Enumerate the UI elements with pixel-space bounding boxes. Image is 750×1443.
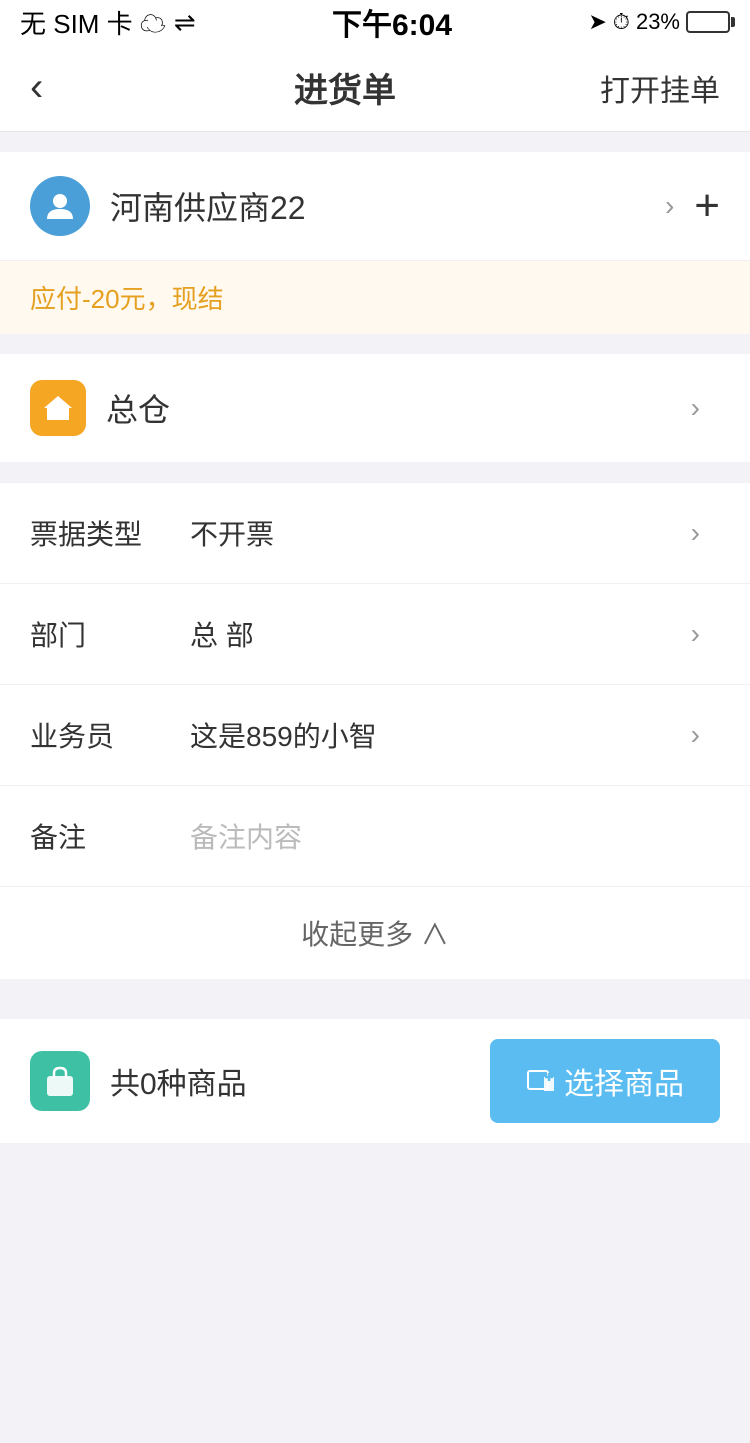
form-section: 票据类型 不开票 › 部门 总 部 › 业务员 这是859的小智 › 备注 备注… — [0, 482, 750, 979]
location-icon: ➤ — [588, 9, 606, 35]
remark-input[interactable]: 备注内容 — [170, 816, 720, 856]
invoice-value: 不开票 — [170, 513, 691, 553]
supplier-row[interactable]: 河南供应商22 › + — [0, 152, 750, 261]
warehouse-chevron-icon: › — [691, 392, 700, 424]
alarm-icon: ⏱ — [613, 9, 630, 35]
form-row-salesperson[interactable]: 业务员 这是859的小智 › — [0, 684, 750, 785]
dept-label: 部门 — [30, 614, 170, 654]
status-left: 无 SIM 卡 ☁ ⇌ — [20, 4, 196, 41]
battery-percent: 23% — [636, 9, 680, 35]
supplier-notice: 应付-20元，现结 — [0, 261, 750, 334]
back-button[interactable]: ‹ — [30, 65, 90, 110]
invoice-chevron-icon: › — [691, 517, 700, 549]
salesperson-label: 业务员 — [30, 715, 170, 755]
section-gap-3 — [0, 462, 750, 482]
product-icon — [30, 1051, 90, 1111]
warehouse-row[interactable]: 总仓 › — [0, 354, 750, 462]
supplier-name: 河南供应商22 — [110, 183, 665, 229]
warehouse-icon — [30, 380, 86, 436]
collapse-button[interactable]: 收起更多 ∧ — [0, 886, 750, 979]
status-time: 下午6:04 — [332, 0, 452, 44]
section-gap-4 — [0, 979, 750, 999]
supplier-chevron-icon: › — [665, 190, 674, 222]
form-row-remark[interactable]: 备注 备注内容 — [0, 785, 750, 886]
supplier-section: 河南供应商22 › + 应付-20元，现结 — [0, 152, 750, 334]
invoice-label: 票据类型 — [30, 513, 170, 553]
person-icon — [45, 191, 75, 221]
product-bar: 共0种商品 选择商品 — [0, 1019, 750, 1143]
dept-value: 总 部 — [170, 614, 691, 654]
supplier-avatar — [30, 176, 90, 236]
warehouse-name: 总仓 — [106, 385, 691, 431]
section-gap-1 — [0, 132, 750, 152]
form-row-invoice[interactable]: 票据类型 不开票 › — [0, 482, 750, 583]
salesperson-chevron-icon: › — [691, 719, 700, 751]
select-product-button[interactable]: 选择商品 — [490, 1039, 720, 1123]
open-pending-button[interactable]: 打开挂单 — [600, 66, 720, 110]
remark-label: 备注 — [30, 816, 170, 856]
battery-icon — [686, 11, 730, 33]
status-right: ➤ ⏱ 23% — [588, 9, 730, 35]
select-product-label: 选择商品 — [564, 1059, 684, 1103]
product-count: 共0种商品 — [110, 1059, 490, 1103]
nav-bar: ‹ 进货单 打开挂单 — [0, 44, 750, 132]
bag-icon — [43, 1064, 77, 1098]
salesperson-value: 这是859的小智 — [170, 715, 691, 755]
section-gap-2 — [0, 334, 750, 354]
house-icon — [42, 392, 74, 424]
dept-chevron-icon: › — [691, 618, 700, 650]
form-row-dept[interactable]: 部门 总 部 › — [0, 583, 750, 684]
page-title: 进货单 — [294, 63, 396, 112]
status-bar: 无 SIM 卡 ☁ ⇌ 下午6:04 ➤ ⏱ 23% — [0, 0, 750, 44]
wifi-icon: ⇌ — [174, 7, 196, 38]
sim-label: 无 SIM 卡 ☁ — [20, 4, 166, 41]
select-product-icon — [526, 1067, 554, 1095]
content-rest — [0, 1143, 750, 1443]
add-supplier-button[interactable]: + — [694, 184, 720, 228]
